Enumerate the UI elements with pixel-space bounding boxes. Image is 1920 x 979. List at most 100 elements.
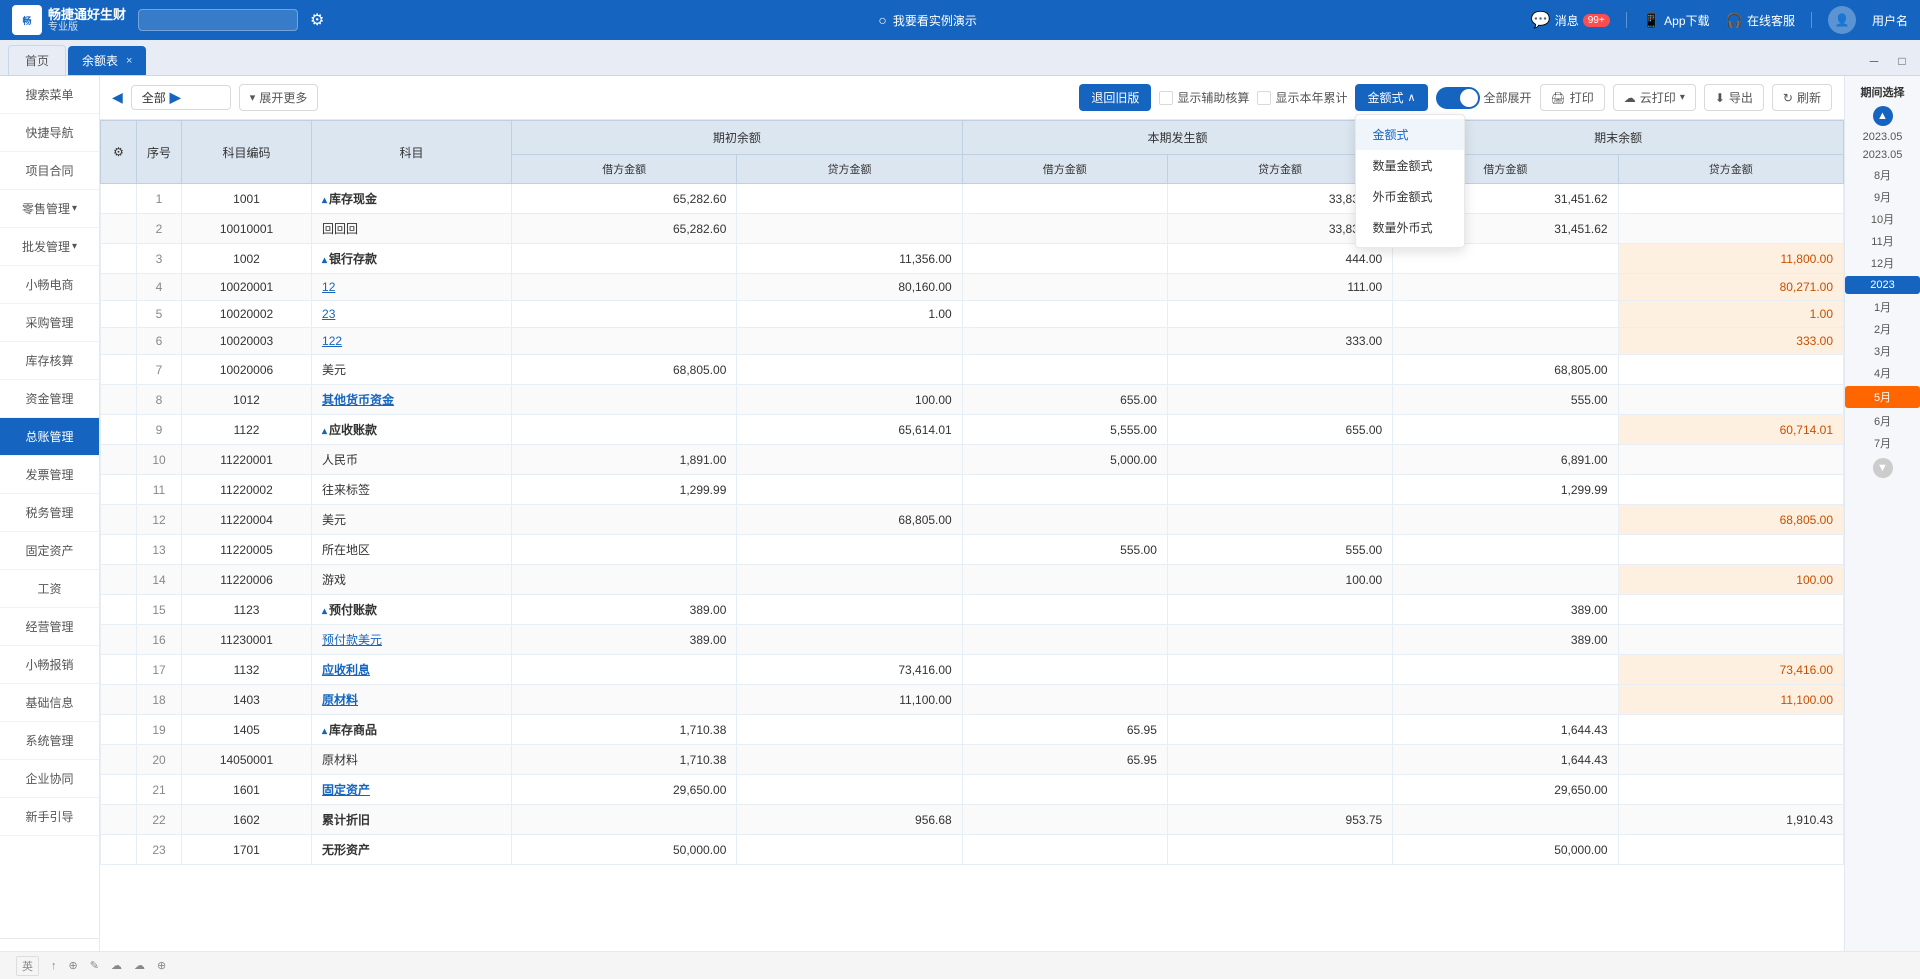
- back-old-btn[interactable]: 退回旧版: [1079, 84, 1151, 111]
- message-btn[interactable]: 💬 消息 99+: [1531, 10, 1610, 30]
- sidebar-item-ecommerce[interactable]: 小畅电商: [0, 266, 99, 304]
- status-lang[interactable]: 英: [16, 956, 39, 976]
- cell-p-credit: 11,100.00: [737, 685, 962, 715]
- sidebar-item-nav[interactable]: 快捷导航: [0, 114, 99, 152]
- table-wrap[interactable]: ⚙ 序号 科目编码 科目 期初余额 本期发生额 期末余额 借方金额 贷方金额 借…: [100, 120, 1844, 979]
- month-2[interactable]: 2月: [1845, 318, 1920, 340]
- expand-btn[interactable]: ▾ 展开更多: [239, 84, 319, 111]
- sidebar-item-guide[interactable]: 新手引导: [0, 798, 99, 836]
- sidebar-item-project[interactable]: 项目合同: [0, 152, 99, 190]
- sidebar-item-tax[interactable]: 税务管理: [0, 494, 99, 532]
- expand-all-toggle[interactable]: 全部展开: [1436, 87, 1532, 109]
- tab-current[interactable]: 余额表 ×: [68, 46, 146, 75]
- dropdown-item-amount[interactable]: 金额式: [1356, 119, 1464, 150]
- month-3[interactable]: 3月: [1845, 340, 1920, 362]
- dropdown-item-qty-foreign[interactable]: 数量外币式: [1356, 212, 1464, 243]
- settings-icon[interactable]: ⚙: [310, 10, 324, 30]
- export-btn[interactable]: ⬇ 导出: [1704, 84, 1764, 111]
- cell-no: 14: [137, 565, 182, 595]
- sidebar-item-basic[interactable]: 基础信息: [0, 684, 99, 722]
- sidebar-item-retail[interactable]: 零售管理 ▾: [0, 190, 99, 228]
- cell-name[interactable]: 固定资产: [312, 775, 512, 805]
- month-9[interactable]: 9月: [1845, 186, 1920, 208]
- sidebar-item-collab[interactable]: 企业协同: [0, 760, 99, 798]
- month-1[interactable]: 1月: [1845, 296, 1920, 318]
- month-6[interactable]: 6月: [1845, 410, 1920, 432]
- window-maximize-btn[interactable]: □: [1892, 51, 1912, 71]
- cell-no: 2: [137, 214, 182, 244]
- window-minimize-btn[interactable]: －: [1864, 51, 1884, 71]
- show-assist-check[interactable]: 显示辅助核算: [1159, 89, 1249, 106]
- back-icon[interactable]: ◀: [112, 89, 123, 106]
- print-btn[interactable]: 🖨 打印: [1540, 84, 1605, 111]
- table-row: 17 1132 应收利息 73,416.00 73,416.00: [101, 655, 1844, 685]
- user-avatar[interactable]: 👤: [1828, 6, 1856, 34]
- demo-btn[interactable]: ○ 我要看实例演示: [878, 12, 976, 29]
- show-year-check[interactable]: 显示本年累计: [1257, 89, 1347, 106]
- message-badge: 99+: [1583, 14, 1610, 27]
- month-5[interactable]: 5月: [1845, 386, 1920, 408]
- sidebar-item-inventory[interactable]: 库存核算: [0, 342, 99, 380]
- sidebar-item-ledger[interactable]: 总账管理: [0, 418, 99, 456]
- month-10[interactable]: 10月: [1845, 208, 1920, 230]
- sidebar-item-expense[interactable]: 小畅报销: [0, 646, 99, 684]
- col-settings[interactable]: ⚙: [101, 121, 137, 184]
- month-11[interactable]: 11月: [1845, 230, 1920, 252]
- sidebar-item-operation[interactable]: 经营管理: [0, 608, 99, 646]
- download-btn[interactable]: 📱 App下载: [1643, 12, 1710, 29]
- cell-name[interactable]: 12: [312, 274, 512, 301]
- nav-up[interactable]: ▲: [1873, 106, 1893, 126]
- cell-p-debit: 1,299.99: [512, 475, 737, 505]
- sidebar-item-wholesale[interactable]: 批发管理 ▾: [0, 228, 99, 266]
- service-btn[interactable]: 🎧 在线客服: [1726, 12, 1795, 29]
- cloud-print-btn[interactable]: ☁ 云打印 ▾: [1613, 84, 1696, 111]
- month-4[interactable]: 4月: [1845, 362, 1920, 384]
- sidebar-item-system[interactable]: 系统管理: [0, 722, 99, 760]
- cell-name[interactable]: 122: [312, 328, 512, 355]
- dropdown-item-foreign-amount[interactable]: 外币金额式: [1356, 181, 1464, 212]
- cell-c-credit: [1167, 775, 1392, 805]
- sidebar-item-assets[interactable]: 固定资产: [0, 532, 99, 570]
- expand-arrow-icon: ▾: [250, 91, 256, 104]
- cell-code: 10020002: [182, 301, 312, 328]
- sidebar-item-search[interactable]: 搜索菜单: [0, 76, 99, 114]
- breadcrumb-filter[interactable]: 全部 ▶: [131, 85, 231, 110]
- cell-c-debit: [962, 505, 1167, 535]
- sidebar-item-funds[interactable]: 资金管理: [0, 380, 99, 418]
- cell-name[interactable]: 预付款美元: [312, 625, 512, 655]
- cell-settings: [101, 301, 137, 328]
- cell-no: 12: [137, 505, 182, 535]
- sidebar-item-purchase[interactable]: 采购管理: [0, 304, 99, 342]
- tab-close-icon[interactable]: ×: [126, 55, 132, 67]
- cell-c-debit: [962, 775, 1167, 805]
- refresh-btn[interactable]: ↻ 刷新: [1772, 84, 1832, 111]
- tab-bar: 首页 余额表 × － □: [0, 40, 1920, 76]
- cell-settings: [101, 355, 137, 385]
- month-7[interactable]: 7月: [1845, 432, 1920, 454]
- cell-c-credit: [1167, 685, 1392, 715]
- cell-name[interactable]: 其他货币资金: [312, 385, 512, 415]
- month-8[interactable]: 8月: [1845, 164, 1920, 186]
- cell-settings: [101, 328, 137, 355]
- amount-dropdown: 金额式 数量金额式 外币金额式 数量外币式: [1355, 114, 1465, 248]
- col-curr-debit: 借方金额: [962, 155, 1167, 184]
- tab-home[interactable]: 首页: [8, 45, 66, 75]
- cell-code: 11230001: [182, 625, 312, 655]
- tab-label: 余额表: [82, 52, 118, 69]
- month-12[interactable]: 12月: [1845, 252, 1920, 274]
- amount-mode-btn[interactable]: 金额式 ∧: [1355, 84, 1427, 111]
- cell-name[interactable]: 原材料: [312, 685, 512, 715]
- nav-down[interactable]: ▼: [1873, 458, 1893, 478]
- right-panel: 期间选择 ▲ 2023.05 2023.05 8月 9月 10月 11月 12月…: [1844, 76, 1920, 979]
- sidebar-item-salary[interactable]: 工资: [0, 570, 99, 608]
- cell-name[interactable]: 23: [312, 301, 512, 328]
- search-input[interactable]: [138, 9, 298, 31]
- table-settings-icon[interactable]: ⚙: [113, 145, 124, 159]
- cell-c-debit: [962, 475, 1167, 505]
- dropdown-item-qty-amount[interactable]: 数量金额式: [1356, 150, 1464, 181]
- cell-settings: [101, 805, 137, 835]
- cell-code: 1132: [182, 655, 312, 685]
- sidebar-item-invoice[interactable]: 发票管理: [0, 456, 99, 494]
- cell-name[interactable]: 应收利息: [312, 655, 512, 685]
- cell-no: 22: [137, 805, 182, 835]
